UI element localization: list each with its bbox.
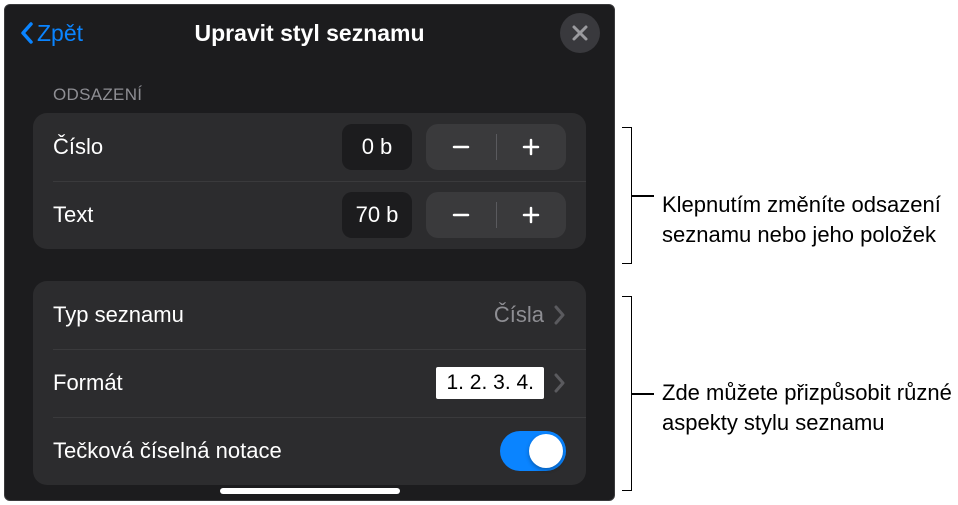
callout-style: Zde můžete přizpůsobit různé aspekty sty… bbox=[662, 378, 952, 437]
close-button[interactable] bbox=[560, 13, 600, 53]
row-list-type[interactable]: Typ seznamu Čísla bbox=[33, 281, 586, 349]
list-type-label: Typ seznamu bbox=[53, 302, 184, 328]
cislo-label: Číslo bbox=[53, 134, 103, 160]
cislo-decrement-button[interactable] bbox=[426, 137, 496, 157]
cislo-increment-button[interactable] bbox=[497, 137, 567, 157]
home-indicator[interactable] bbox=[220, 488, 400, 494]
panel-header: Zpět Upravit styl seznamu bbox=[5, 5, 614, 61]
style-card: Typ seznamu Čísla Formát 1. 2. 3. 4. Teč… bbox=[33, 281, 586, 485]
row-text: Text 70 b bbox=[33, 181, 586, 249]
panel-title: Upravit styl seznamu bbox=[194, 20, 424, 47]
section-label-indent: ODSAZENÍ bbox=[5, 61, 614, 113]
row-cislo: Číslo 0 b bbox=[33, 113, 586, 181]
plus-icon bbox=[521, 137, 541, 157]
text-stepper bbox=[426, 192, 566, 238]
cislo-stepper bbox=[426, 124, 566, 170]
format-label: Formát bbox=[53, 370, 123, 396]
minus-icon bbox=[451, 137, 471, 157]
row-format[interactable]: Formát 1. 2. 3. 4. bbox=[33, 349, 586, 417]
callout-bracket-style bbox=[622, 296, 632, 491]
toggle-knob bbox=[529, 434, 563, 468]
text-value[interactable]: 70 b bbox=[342, 192, 412, 238]
indent-card: Číslo 0 b Text 70 b bbox=[33, 113, 586, 249]
chevron-left-icon bbox=[19, 21, 35, 45]
list-type-value: Čísla bbox=[494, 302, 544, 328]
callout-indent: Klepnutím změníte odsazení seznamu nebo … bbox=[662, 190, 942, 249]
callout-bracket-indent bbox=[622, 127, 632, 264]
dot-notation-label: Tečková číselná notace bbox=[53, 438, 282, 464]
callout-leader-style bbox=[632, 393, 654, 395]
cislo-value[interactable]: 0 b bbox=[342, 124, 412, 170]
plus-icon bbox=[521, 205, 541, 225]
chevron-right-icon bbox=[554, 305, 566, 325]
row-dot-notation: Tečková číselná notace bbox=[33, 417, 586, 485]
close-icon bbox=[571, 24, 589, 42]
text-increment-button[interactable] bbox=[497, 205, 567, 225]
callout-leader-indent bbox=[632, 195, 654, 197]
back-label: Zpět bbox=[37, 20, 83, 47]
dot-notation-toggle[interactable] bbox=[500, 431, 566, 471]
text-decrement-button[interactable] bbox=[426, 205, 496, 225]
chevron-right-icon bbox=[554, 373, 566, 393]
format-value: 1. 2. 3. 4. bbox=[436, 367, 544, 399]
edit-list-style-panel: Zpět Upravit styl seznamu ODSAZENÍ Číslo… bbox=[4, 4, 615, 501]
text-label: Text bbox=[53, 202, 93, 228]
minus-icon bbox=[451, 205, 471, 225]
back-button[interactable]: Zpět bbox=[19, 20, 83, 47]
